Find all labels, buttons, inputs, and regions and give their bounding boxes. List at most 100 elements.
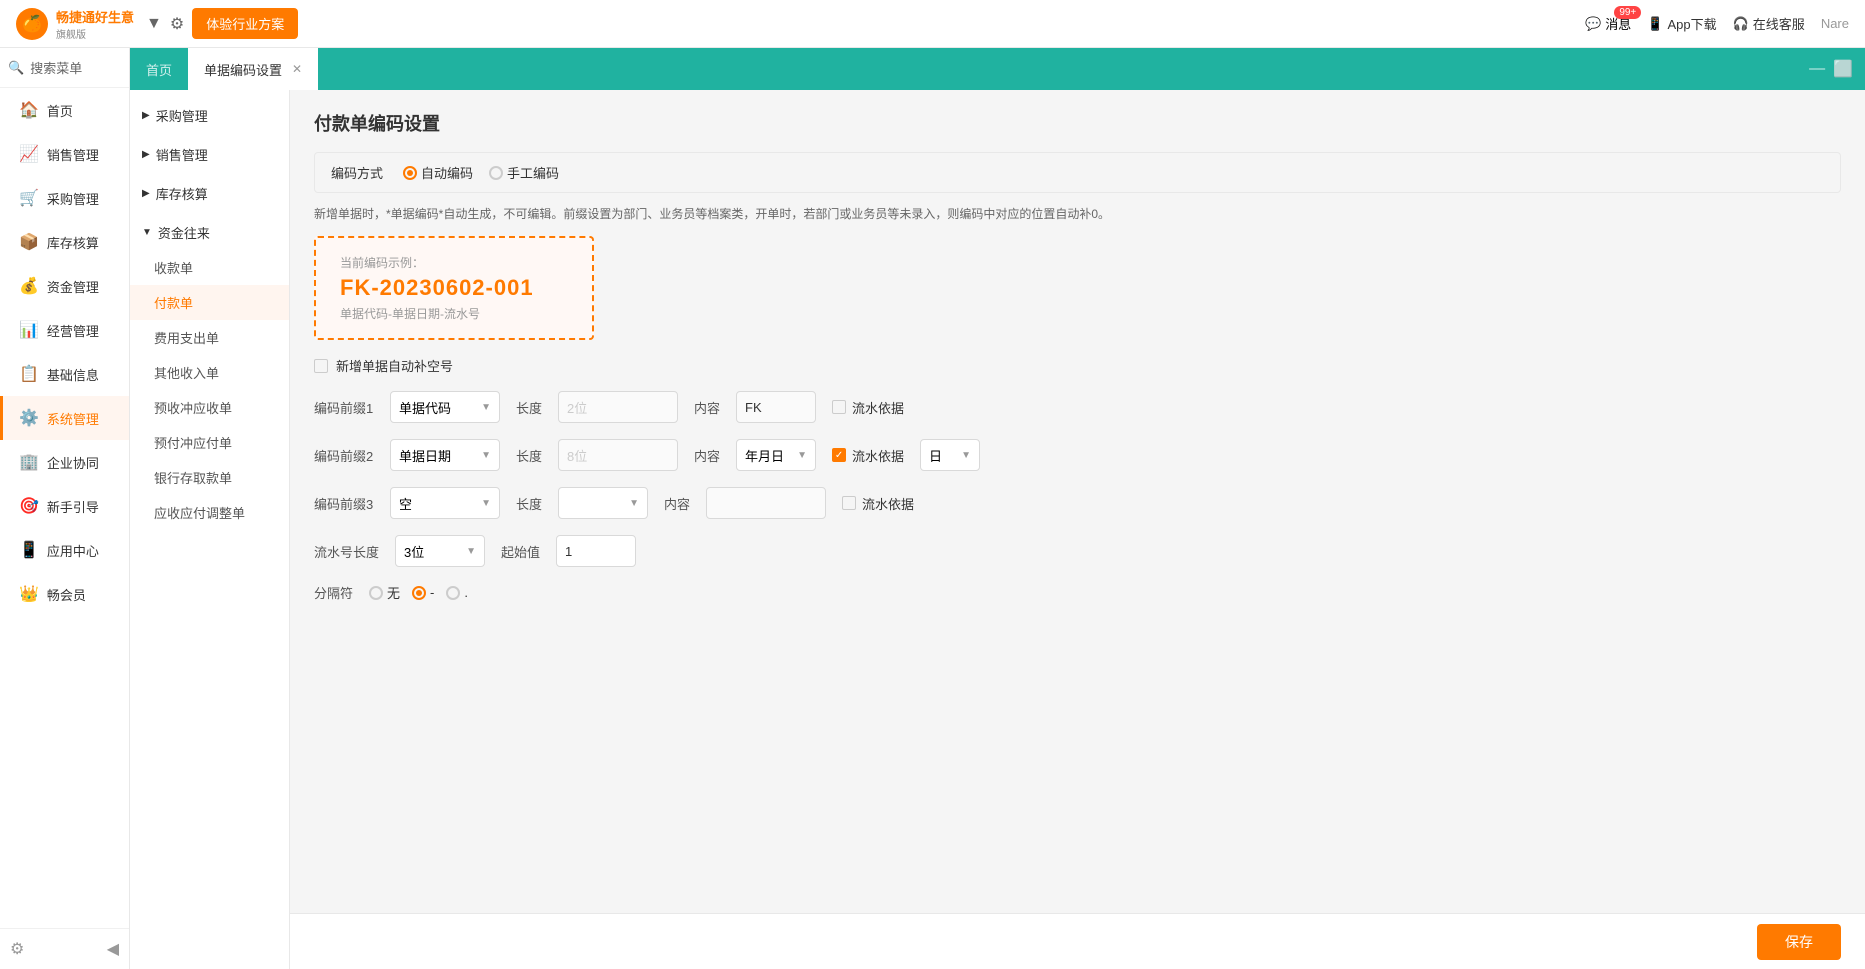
sub-item-qitashouru[interactable]: 其他收入单 [130,355,289,390]
sep-hyphen[interactable]: - [412,585,434,600]
search-icon: 🔍 [8,60,24,76]
separator-row: 分隔符 无 - . [314,583,1841,602]
apps-icon: 📱 [19,540,39,560]
prefix2-select[interactable]: 单据日期 ▼ [390,439,500,471]
encoding-mode-bar: 编码方式 自动编码 手工编码 [314,152,1841,193]
length1-input: 2位 [558,391,678,423]
auto-fill-row[interactable]: 新增单据自动补空号 [314,356,1841,375]
length2-input: 8位 [558,439,678,471]
tab-bar: 首页 单据编码设置 ✕ — ⬜ [130,48,1865,90]
funds-items: 收款单 付款单 费用支出单 其他收入单 预收冲应收单 预付冲应付单 银行存取款单… [130,250,289,530]
serial-length-label: 流水号长度 [314,542,379,561]
top-bar-left: 🍊 畅捷通好生意 旗舰版 ▼ ⚙ 体验行业方案 [16,7,298,41]
dropdown-icon4: ▼ [961,450,971,461]
config-row-1: 编码前缀1 单据代码 ▼ 长度 2位 内容 FK 流水依据 [314,391,1841,423]
stream2-checkbox[interactable]: ✓ 流水依据 [832,446,904,465]
dropdown-icon: ▼ [481,402,491,413]
code-preview-label: 当前编码示例： [340,254,568,271]
group-inventory-title[interactable]: ▶ 库存核算 [130,176,289,211]
sidebar-item-system[interactable]: ⚙️ 系统管理 [0,396,129,440]
enterprise-icon: 🏢 [19,452,39,472]
prefix1-select[interactable]: 单据代码 ▼ [390,391,500,423]
auto-code-radio[interactable]: 自动编码 [403,163,473,182]
sidebar-item-sales[interactable]: 📈 销售管理 [0,132,129,176]
sidebar-item-enterprise[interactable]: 🏢 企业协同 [0,440,129,484]
sidebar-settings-icon[interactable]: ⚙ [10,939,24,959]
download-btn[interactable]: 📱 App下载 [1647,14,1716,33]
tab-minimize-btn[interactable]: — [1809,60,1825,78]
top-bar-controls: ▼ ⚙ 体验行业方案 [146,8,298,39]
guide-icon: 🎯 [19,496,39,516]
sub-item-yingshu[interactable]: 应收应付调整单 [130,495,289,530]
group-funds-title[interactable]: ▼ 资金往来 [130,215,289,250]
info-text: 新增单据时，*单据编码*自动生成，不可编辑。前缀设置为部门、业务员等档案类，开单… [314,205,1841,224]
user-area[interactable]: Nare [1821,16,1849,31]
sub-item-yinhang[interactable]: 银行存取款单 [130,460,289,495]
content2-label: 内容 [694,446,720,465]
main-right: 付款单编码设置 编码方式 自动编码 手工编码 [290,90,1865,969]
sub-item-yushouchong[interactable]: 预收冲应收单 [130,390,289,425]
dropdown-icon7: ▼ [466,546,476,557]
manual-code-dot [489,166,503,180]
service-btn[interactable]: 🎧 在线客服 [1733,14,1805,33]
tab-maximize-btn[interactable]: ⬜ [1833,59,1853,79]
auto-fill-checkbox[interactable] [314,359,328,373]
sidebar: 🔍 搜索菜单 🏠 首页 📈 销售管理 🛒 采购管理 📦 库存核算 💰 [0,48,130,969]
content3-value [706,487,826,519]
sep-none[interactable]: 无 [369,583,400,602]
sep-dot-dot [446,586,460,600]
code-preview: 当前编码示例： FK-20230602-001 单据代码-单据日期-流水号 [314,236,594,340]
sidebar-item-inventory[interactable]: 📦 库存核算 [0,220,129,264]
tab-close-icon[interactable]: ✕ [292,62,302,76]
sidebar-item-home[interactable]: 🏠 首页 [0,88,129,132]
serial-row: 流水号长度 3位 ▼ 起始值 1 [314,535,1841,567]
serial-length-select[interactable]: 3位 ▼ [395,535,485,567]
sidebar-item-operation[interactable]: 📊 经营管理 [0,308,129,352]
stream3-checkbox[interactable]: 流水依据 [842,494,914,513]
chevron-right-icon2: ▶ [142,149,150,160]
stream2-unit-select[interactable]: 日 ▼ [920,439,980,471]
settings-icon-btn[interactable]: ⚙ [170,14,184,34]
sub-item-shoukuandan[interactable]: 收款单 [130,250,289,285]
group-sales-title[interactable]: ▶ 销售管理 [130,137,289,172]
sidebar-item-finance[interactable]: 💰 资金管理 [0,264,129,308]
headset-icon: 🎧 [1733,16,1749,32]
config-row-2: 编码前缀2 单据日期 ▼ 长度 8位 内容 年月日 ▼ ✓ [314,439,1841,471]
sub-item-fukuandan[interactable]: 付款单 [130,285,289,320]
manual-code-radio[interactable]: 手工编码 [489,163,559,182]
dropdown-icon6: ▼ [629,498,639,509]
separator-label: 分隔符 [314,583,353,602]
main-layout: 🔍 搜索菜单 🏠 首页 📈 销售管理 🛒 采购管理 📦 库存核算 💰 [0,48,1865,969]
search-menu[interactable]: 🔍 搜索菜单 [0,48,129,88]
start-value-input[interactable]: 1 [556,535,636,567]
prefix3-select[interactable]: 空 ▼ [390,487,500,519]
length3-select[interactable]: ▼ [558,487,648,519]
stream3-box [842,496,856,510]
sidebar-bottom: ⚙ ◀ [0,928,129,969]
sidebar-item-basic[interactable]: 📋 基础信息 [0,352,129,396]
group-purchase: ▶ 采购管理 [130,98,289,133]
prefix1-label: 编码前缀1 [314,398,374,417]
sub-item-yufuchong[interactable]: 预付冲应付单 [130,425,289,460]
finance-icon: 💰 [19,276,39,296]
group-purchase-title[interactable]: ▶ 采购管理 [130,98,289,133]
tab-encoding[interactable]: 单据编码设置 ✕ [188,48,318,90]
length2-label: 长度 [516,446,542,465]
sidebar-item-apps[interactable]: 📱 应用中心 [0,528,129,572]
length1-label: 长度 [516,398,542,417]
sidebar-collapse-icon[interactable]: ◀ [107,939,119,959]
stream1-checkbox[interactable]: 流水依据 [832,398,904,417]
sidebar-item-member[interactable]: 👑 畅会员 [0,572,129,616]
expand-btn[interactable]: ▼ [146,15,162,33]
tab-home[interactable]: 首页 [130,48,188,90]
save-button[interactable]: 保存 [1757,924,1841,960]
content2-select[interactable]: 年月日 ▼ [736,439,816,471]
sidebar-item-purchase[interactable]: 🛒 采购管理 [0,176,129,220]
sidebar-item-guide[interactable]: 🎯 新手引导 [0,484,129,528]
sep-dot[interactable]: . [446,585,468,600]
trial-button[interactable]: 体验行业方案 [192,8,298,39]
content-area: 首页 单据编码设置 ✕ — ⬜ ▶ 采购管理 [130,48,1865,969]
sub-item-feiyong[interactable]: 费用支出单 [130,320,289,355]
message-btn[interactable]: 💬 消息 99+ [1585,14,1631,33]
code-preview-value: FK-20230602-001 [340,275,568,301]
